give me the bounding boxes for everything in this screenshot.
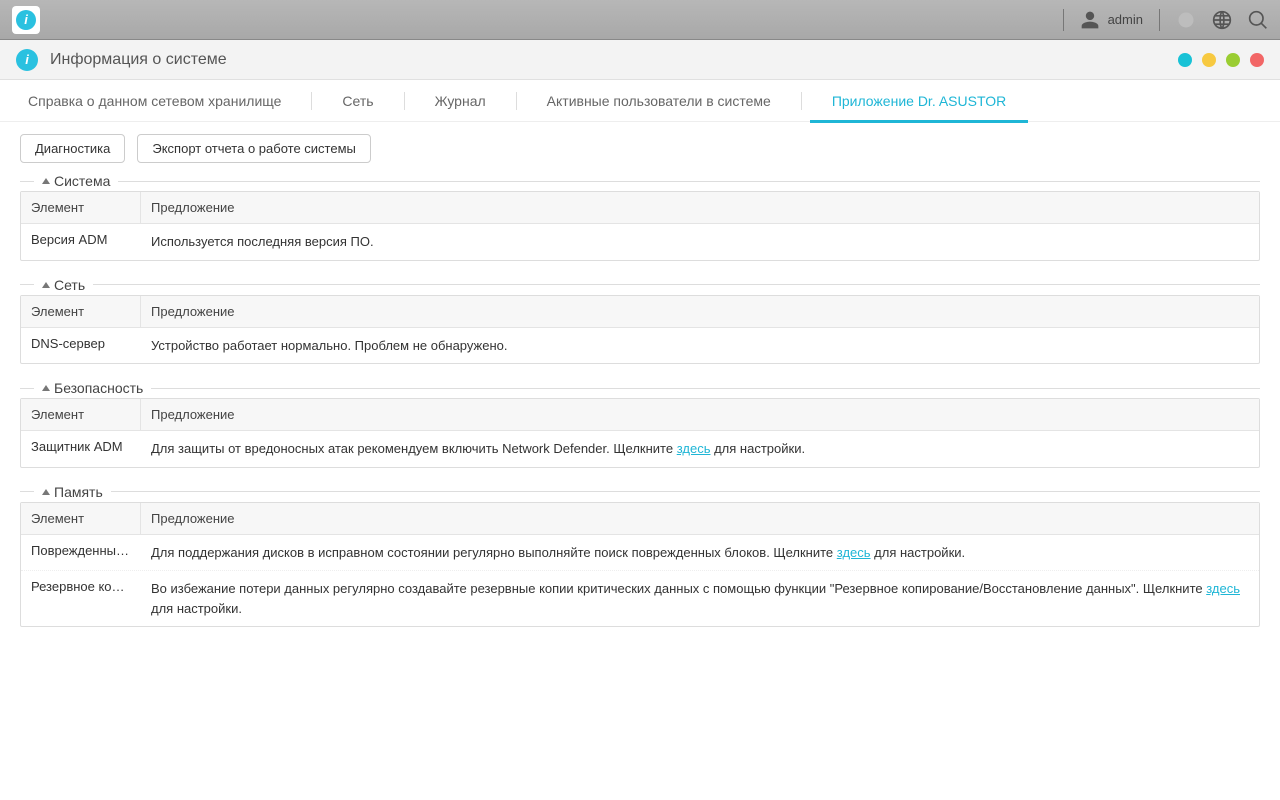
row-suggestion: Во избежание потери данных регулярно соз…: [141, 571, 1259, 626]
export-report-button[interactable]: Экспорт отчета о работе системы: [137, 134, 371, 163]
table-row: Защитник ADM Для защиты от вредоносных а…: [21, 431, 1259, 467]
separator: [1063, 9, 1064, 31]
settings-link[interactable]: здесь: [677, 441, 711, 456]
tab-dr-asustor[interactable]: Приложение Dr. ASUSTOR: [824, 80, 1014, 122]
system-taskbar: i admin: [0, 0, 1280, 40]
column-element-header[interactable]: Элемент: [21, 399, 141, 430]
chevron-up-icon: [42, 385, 50, 391]
tab-network[interactable]: Сеть: [334, 80, 381, 122]
username-label: admin: [1108, 12, 1143, 27]
chevron-up-icon: [42, 282, 50, 288]
window-control-maximize[interactable]: [1226, 53, 1240, 67]
window-header: i Информация о системе: [0, 40, 1280, 80]
window-control-minimize[interactable]: [1202, 53, 1216, 67]
section-title-label: Безопасность: [54, 380, 143, 396]
window-control-help[interactable]: [1178, 53, 1192, 67]
section-network-toggle[interactable]: Сеть: [42, 277, 85, 293]
section-title-label: Память: [54, 484, 103, 500]
column-element-header[interactable]: Элемент: [21, 503, 141, 534]
table-row: DNS-сервер Устройство работает нормально…: [21, 328, 1259, 364]
row-element: Защитник ADM: [21, 431, 141, 467]
section-storage-toggle[interactable]: Память: [42, 484, 103, 500]
notification-icon[interactable]: [1176, 10, 1196, 30]
window-title: Информация о системе: [50, 51, 227, 69]
diagnostics-button[interactable]: Диагностика: [20, 134, 125, 163]
tab-active-users[interactable]: Активные пользователи в системе: [539, 80, 779, 122]
row-element: Резервное копир...: [21, 571, 141, 626]
row-element: Поврежденный б...: [21, 535, 141, 571]
window-control-close[interactable]: [1250, 53, 1264, 67]
taskbar-app-icon[interactable]: i: [12, 6, 40, 34]
separator: [1159, 9, 1160, 31]
row-element: DNS-сервер: [21, 328, 141, 364]
table-row: Поврежденный б... Для поддержания дисков…: [21, 535, 1259, 572]
section-security-toggle[interactable]: Безопасность: [42, 380, 143, 396]
row-suggestion: Устройство работает нормально. Проблем н…: [141, 328, 1259, 364]
user-menu[interactable]: admin: [1080, 10, 1143, 30]
section-system: Система Элемент Предложение Версия ADM И…: [20, 173, 1260, 261]
column-suggestion-header[interactable]: Предложение: [141, 399, 1259, 430]
chevron-up-icon: [42, 489, 50, 495]
column-suggestion-header[interactable]: Предложение: [141, 296, 1259, 327]
column-suggestion-header[interactable]: Предложение: [141, 192, 1259, 223]
tab-log[interactable]: Журнал: [427, 80, 494, 122]
row-suggestion: Используется последняя версия ПО.: [141, 224, 1259, 260]
section-title-label: Система: [54, 173, 110, 189]
section-storage: Память Элемент Предложение Поврежденный …: [20, 484, 1260, 628]
column-element-header[interactable]: Элемент: [21, 296, 141, 327]
content-area: Диагностика Экспорт отчета о работе сист…: [0, 122, 1280, 655]
user-icon: [1080, 10, 1100, 30]
column-suggestion-header[interactable]: Предложение: [141, 503, 1259, 534]
section-network: Сеть Элемент Предложение DNS-сервер Устр…: [20, 277, 1260, 365]
settings-link[interactable]: здесь: [837, 545, 871, 560]
row-element: Версия ADM: [21, 224, 141, 260]
window-app-icon: i: [16, 49, 38, 71]
section-security: Безопасность Элемент Предложение Защитни…: [20, 380, 1260, 468]
tabs-bar: Справка о данном сетевом хранилище Сеть …: [0, 80, 1280, 122]
search-icon[interactable]: [1248, 10, 1268, 30]
section-title-label: Сеть: [54, 277, 85, 293]
chevron-up-icon: [42, 178, 50, 184]
settings-link[interactable]: здесь: [1206, 581, 1240, 596]
row-suggestion: Для поддержания дисков в исправном состо…: [141, 535, 1259, 571]
section-system-toggle[interactable]: Система: [42, 173, 110, 189]
row-suggestion: Для защиты от вредоносных атак рекоменду…: [141, 431, 1259, 467]
column-element-header[interactable]: Элемент: [21, 192, 141, 223]
globe-icon[interactable]: [1212, 10, 1232, 30]
table-row: Версия ADM Используется последняя версия…: [21, 224, 1259, 260]
table-row: Резервное копир... Во избежание потери д…: [21, 571, 1259, 626]
tab-about[interactable]: Справка о данном сетевом хранилище: [20, 80, 289, 122]
